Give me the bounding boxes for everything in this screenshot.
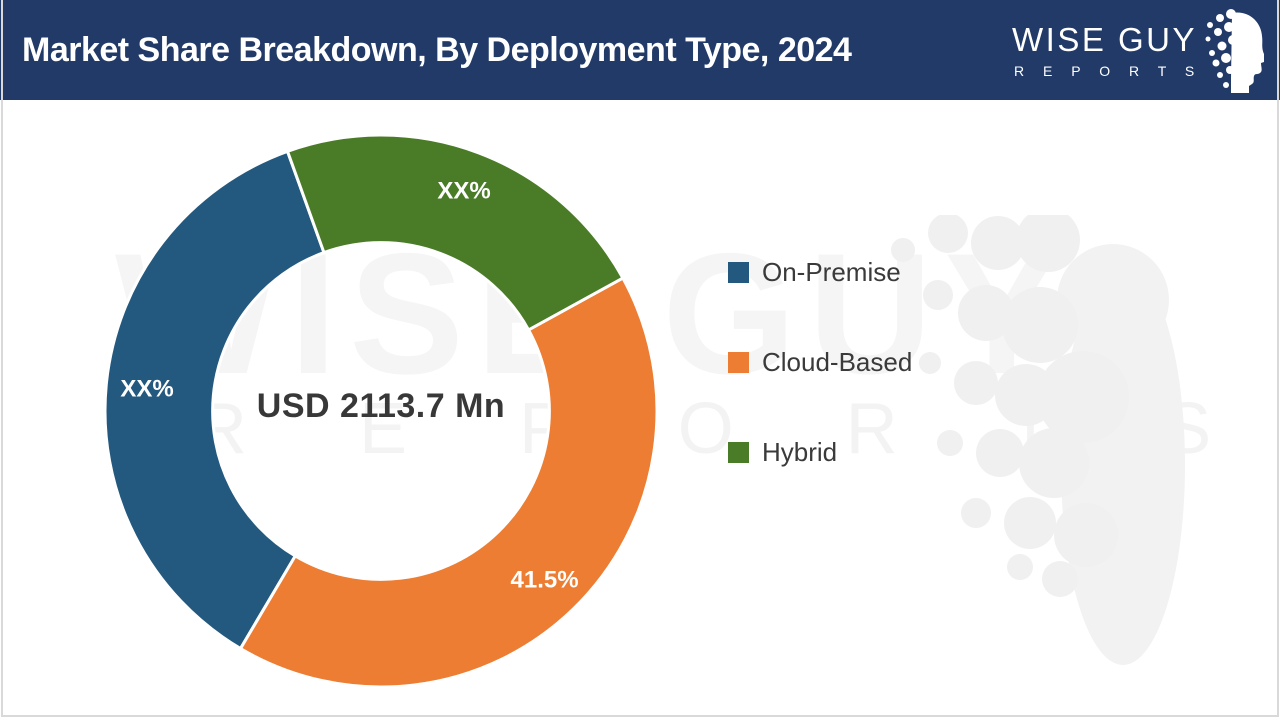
legend-label-hybrid: Hybrid <box>762 436 838 467</box>
legend-item-cloud-based: Cloud-Based <box>728 347 912 377</box>
segment-cloud-based <box>238 275 659 689</box>
legend: On-Premise Cloud-Based Hybrid <box>728 257 912 530</box>
logo-line2-text: R E P O R T S <box>1014 63 1202 79</box>
legend-swatch-hybrid <box>728 441 749 463</box>
center-value-label: USD 2113.7 Mn <box>256 387 506 425</box>
segment-hybrid <box>285 133 625 332</box>
legend-label-on-premise: On-Premise <box>762 256 901 287</box>
wise-guy-logo: WISE GUY R E P O R T S <box>1012 9 1264 93</box>
legend-swatch-cloud-based <box>728 351 749 373</box>
logo-wordmark: WISE GUY R E P O R T S <box>1012 21 1202 79</box>
segment-label-hybrid: XX% <box>437 178 490 205</box>
header-bar: Market Share Breakdown, By Deployment Ty… <box>0 0 1280 100</box>
legend-item-hybrid: Hybrid <box>728 437 912 467</box>
logo-head-icon <box>1205 9 1264 93</box>
chart-area: WISE GUY R E P O R T S XX% 41.5% XX% USD 2… <box>0 100 1280 718</box>
page: Market Share Breakdown, By Deployment Ty… <box>0 0 1280 720</box>
legend-item-on-premise: On-Premise <box>728 257 912 287</box>
legend-swatch-on-premise <box>728 261 749 283</box>
legend-label-cloud-based: Cloud-Based <box>762 346 913 377</box>
logo-line1-text: WISE GUY <box>1012 21 1197 58</box>
page-title: Market Share Breakdown, By Deployment Ty… <box>22 30 852 69</box>
segment-label-cloud-based: 41.5% <box>511 566 579 593</box>
